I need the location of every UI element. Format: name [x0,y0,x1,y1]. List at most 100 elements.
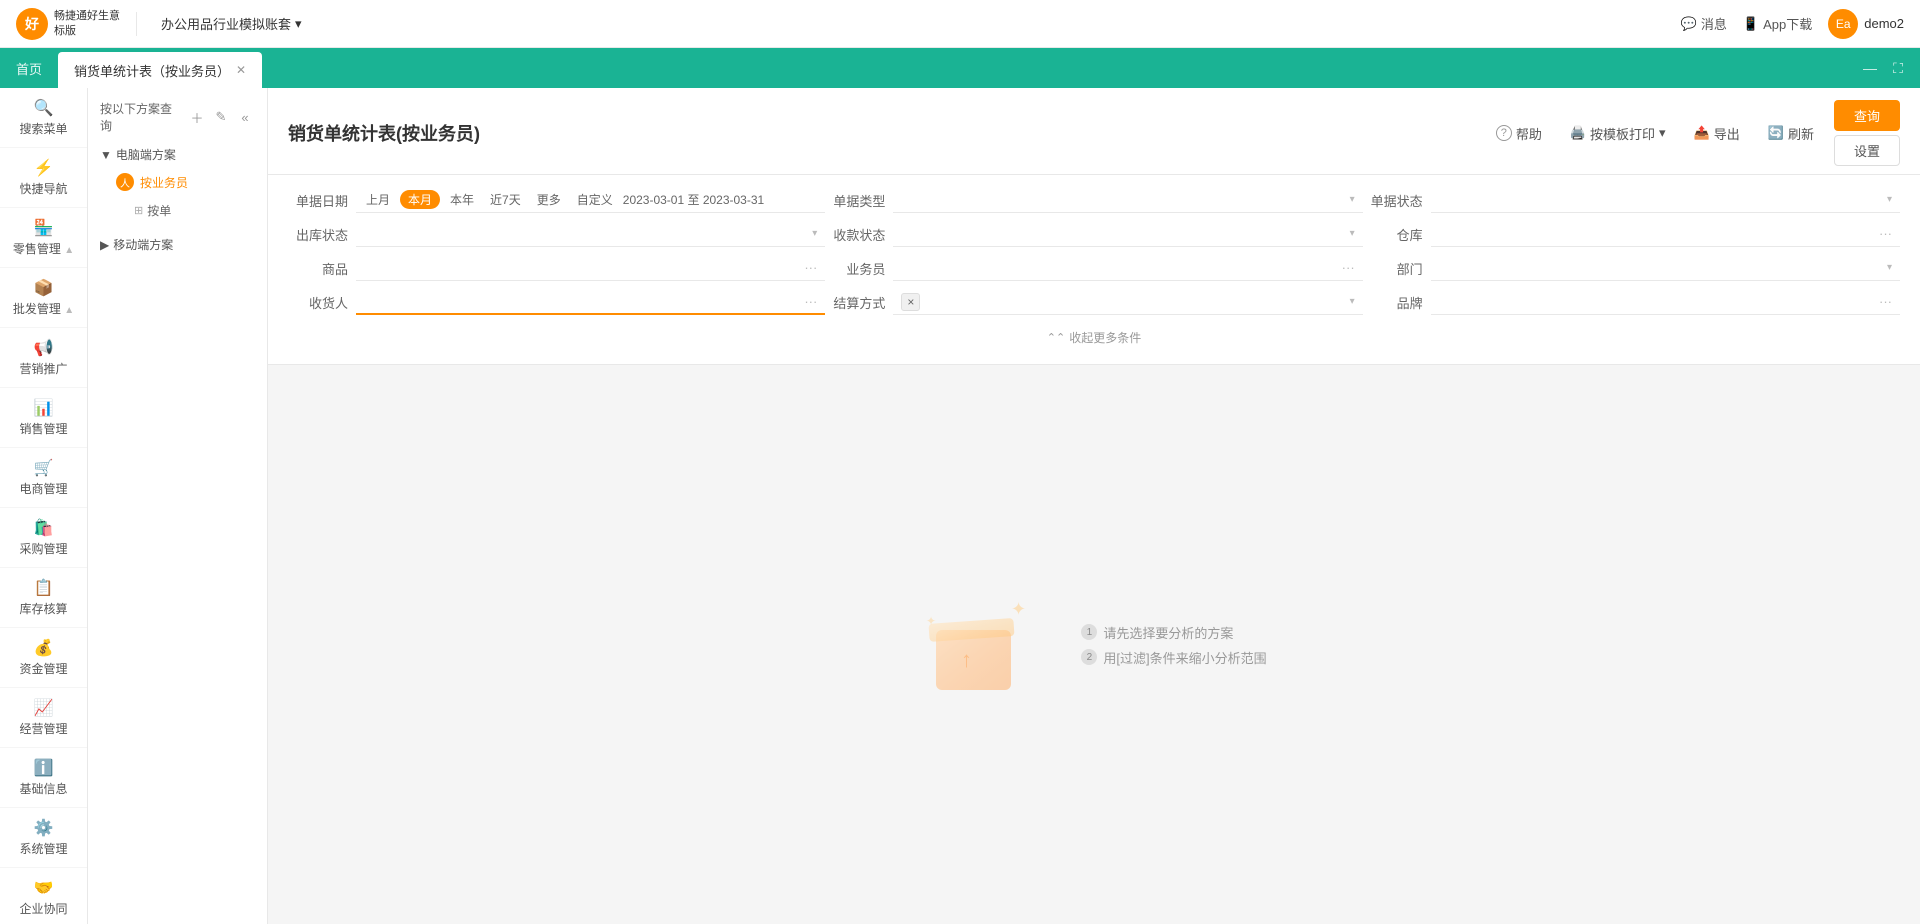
warehouse-control[interactable]: ··· [1431,221,1900,247]
message-btn[interactable]: 💬 消息 [1681,14,1727,33]
payment-tag[interactable]: × [901,293,920,311]
filter-row-4: 收货人 ··· 结算方式 × ▾ [288,289,1900,315]
doctype-caret-icon: ▾ [1350,194,1355,205]
export-label: 导出 [1714,124,1740,143]
tab-close-icon[interactable]: ✕ [236,63,246,77]
date-range-value: 2023-03-01 至 2023-03-31 [623,191,764,208]
date-tab-thismonth[interactable]: 本月 [400,190,440,209]
outstatus-label: 出库状态 [288,225,356,244]
collectstatus-control[interactable]: ▾ [893,221,1362,247]
collapse-bar[interactable]: ⌃⌃ 收起更多条件 [288,323,1900,352]
doctype-control[interactable]: ▾ [893,187,1362,213]
collapse-up-icon: ⌃⌃ [1047,331,1065,344]
tab-sales-report[interactable]: 销货单统计表（按业务员） ✕ [58,52,262,88]
dept-control[interactable]: ▾ [1431,255,1900,281]
date-control[interactable]: 上月 本月 本年 近7天 更多 自定义 2023-03-01 至 2023-03… [356,187,825,213]
account-selector[interactable]: 办公用品行业模拟账套 ▾ [153,10,310,37]
window-expand-btn[interactable]: ⛶ [1888,58,1908,78]
sidebar-label-search: 搜索菜单 [19,122,67,136]
empty-state: ✦ ✦ ↑ 1 请先选择要分析的方案 2 用[过滤]条 [268,365,1920,924]
search-icon: 🔍 [4,98,83,118]
sidebar-item-operations[interactable]: 📈 经营管理 [0,688,87,748]
salesperson-control[interactable]: ··· [893,255,1362,281]
receiver-label: 收货人 [288,293,356,312]
settings-button[interactable]: 设置 [1834,135,1900,166]
dept-filter-cell: 部门 ▾ [1363,255,1900,281]
scheme-person-icon: 人 [116,173,134,191]
brand-filter-cell: 品牌 ··· [1363,289,1900,315]
date-tab-lastmonth[interactable]: 上月 [360,190,396,209]
sidebar-label-inventory: 库存核算 [19,602,67,616]
sidebar-item-purchase[interactable]: 🛍️ 采购管理 [0,508,87,568]
svg-text:✦: ✦ [1011,599,1026,619]
sidebar-item-marketing[interactable]: 📢 营销推广 [0,328,87,388]
sidebar-item-system[interactable]: ⚙️ 系统管理 [0,808,87,868]
window-minimize-btn[interactable]: — [1860,58,1880,78]
payment-filter-cell: 结算方式 × ▾ [825,289,1362,315]
app-download-btn[interactable]: 📱 App下载 [1743,14,1812,33]
date-tab-7days[interactable]: 近7天 [484,190,527,209]
date-tab-more[interactable]: 更多 [531,190,567,209]
sidebar-item-basicinfo[interactable]: ℹ️ 基础信息 [0,748,87,808]
order-scheme-label: 按单 [147,202,171,219]
refresh-btn[interactable]: 🔄 刷新 [1760,120,1822,147]
add-scheme-btn[interactable]: ＋ [187,107,207,127]
date-tab-thisyear[interactable]: 本年 [444,190,480,209]
sidebar-item-inventory[interactable]: 📋 库存核算 [0,568,87,628]
page-actions: ? 帮助 🖨️ 按模板打印 ▾ 📤 导出 🔄 刷新 [1488,100,1900,166]
header-right: 💬 消息 📱 App下载 Ea demo2 [1681,9,1904,39]
svg-text:✦: ✦ [926,614,936,628]
receiver-control[interactable]: ··· [356,289,825,315]
collapse-panel-btn[interactable]: « [235,107,255,127]
date-filter-cell: 单据日期 上月 本月 本年 近7天 更多 自定义 2023-03-01 至 20… [288,187,825,213]
sidebar-item-wholesale[interactable]: 📦 批发管理 ▲ [0,268,87,328]
export-btn[interactable]: 📤 导出 [1686,120,1748,147]
user-area[interactable]: Ea demo2 [1828,9,1904,39]
query-btn-group: 查询 设置 [1834,100,1900,166]
print-arrow-icon: ▾ [1659,125,1666,141]
sidebar-item-retail[interactable]: 🏪 零售管理 ▲ [0,208,87,268]
help-btn[interactable]: ? 帮助 [1488,120,1550,147]
filter-area: 单据日期 上月 本月 本年 近7天 更多 自定义 2023-03-01 至 20… [268,175,1920,365]
pc-scheme-label: 电脑端方案 [116,146,176,163]
sidebar-item-search[interactable]: 🔍 搜索菜单 [0,88,87,148]
print-icon: 🖨️ [1570,125,1586,141]
edit-scheme-btn[interactable]: ✎ [211,107,231,127]
warehouse-dots: ··· [1879,226,1892,241]
docstatus-control[interactable]: ▾ [1431,187,1900,213]
payment-control[interactable]: × ▾ [893,289,1362,315]
left-panel-header: 按以下方案查询 ＋ ✎ « [88,96,267,138]
product-control[interactable]: ··· [356,255,825,281]
outstatus-control[interactable]: ▾ [356,221,825,247]
print-btn[interactable]: 🖨️ 按模板打印 ▾ [1562,120,1674,147]
tab-home[interactable]: 首页 [0,48,58,88]
scheme-item-order[interactable]: ⊞ 按单 [88,197,267,224]
purchase-icon: 🛍️ [4,518,83,538]
sidebar-item-finance[interactable]: 💰 资金管理 [0,628,87,688]
tab-bar: 首页 销货单统计表（按业务员） ✕ — ⛶ [0,48,1920,88]
window-controls: — ⛶ [1860,58,1920,78]
help-icon: ? [1496,125,1512,141]
sidebar-item-sales[interactable]: 📊 销售管理 [0,388,87,448]
sidebar-item-ecom[interactable]: 🛒 电商管理 [0,448,87,508]
product-filter-cell: 商品 ··· [288,255,825,281]
salesperson-label: 业务员 [825,259,893,278]
date-tab-custom[interactable]: 自定义 [571,190,619,209]
username: demo2 [1864,16,1904,31]
sidebar-item-collab[interactable]: 🤝 企业协同 [0,868,87,924]
brand-dots: ··· [1879,294,1892,309]
brand-control[interactable]: ··· [1431,289,1900,315]
doctype-filter-cell: 单据类型 ▾ [825,187,1362,213]
marketing-icon: 📢 [4,338,83,358]
query-button[interactable]: 查询 [1834,100,1900,131]
empty-hints: 1 请先选择要分析的方案 2 用[过滤]条件来缩小分析范围 [1081,623,1266,667]
salesperson-dots: ··· [1342,260,1355,275]
app-label: App下载 [1763,14,1812,33]
inventory-icon: 📋 [4,578,83,598]
scheme-item-salesperson[interactable]: 人 按业务员 [88,167,267,197]
main-area: 🔍 搜索菜单 ⚡ 快捷导航 🏪 零售管理 ▲ 📦 批发管理 ▲ 📢 营销推广 📊… [0,88,1920,924]
filter-row-2: 出库状态 ▾ 收款状态 ▾ 仓库 [288,221,1900,247]
scheme-group-pc-title[interactable]: ▼ 电脑端方案 [88,142,267,167]
sidebar-item-quicknav[interactable]: ⚡ 快捷导航 [0,148,87,208]
scheme-group-mobile-title[interactable]: ▶ 移动端方案 [88,232,267,257]
